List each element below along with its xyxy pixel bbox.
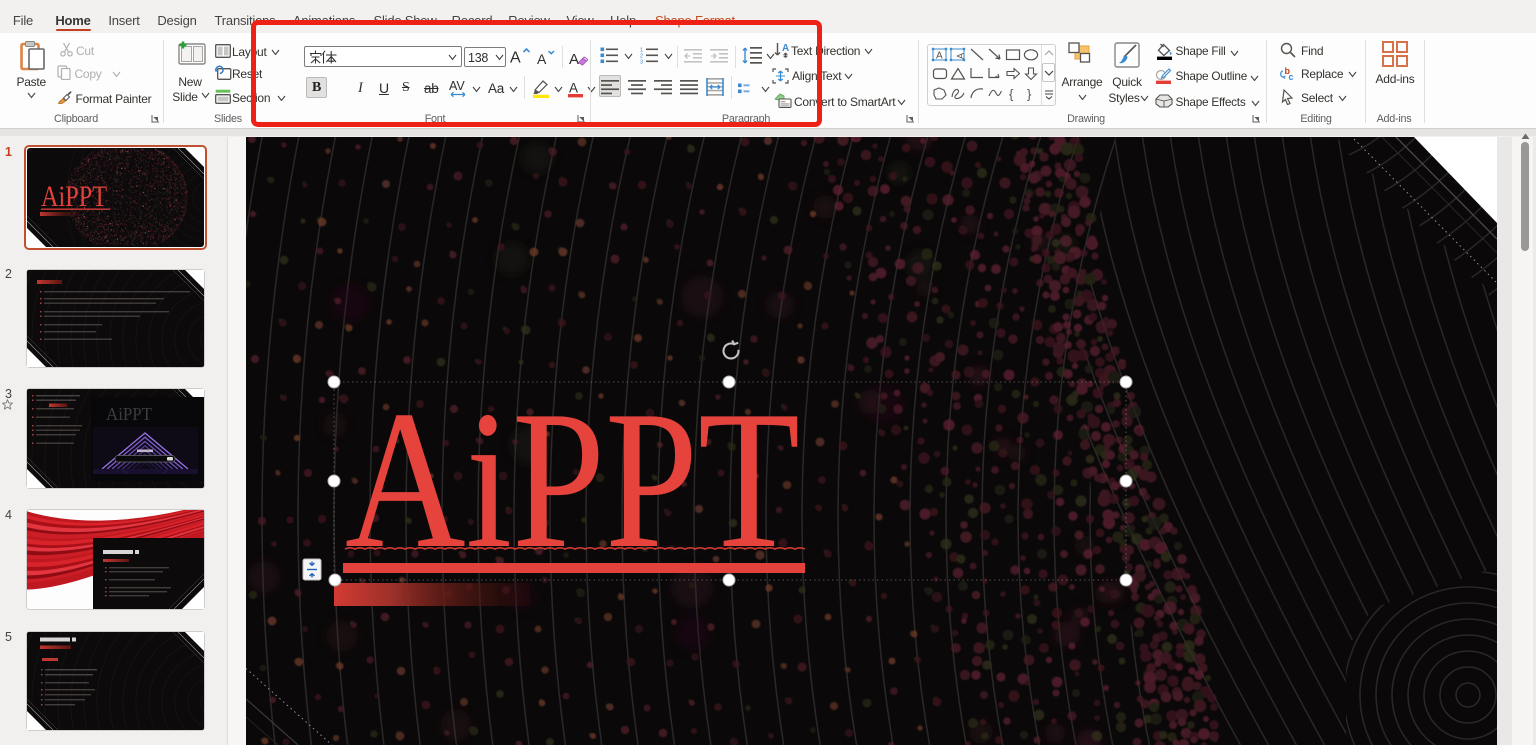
svg-text:c: c: [1289, 72, 1294, 82]
svg-text:AiPPT: AiPPT: [41, 180, 107, 213]
svg-text:AiPPT: AiPPT: [345, 370, 800, 589]
svg-text:{: {: [1009, 87, 1014, 102]
svg-text:AiPPT: AiPPT: [106, 404, 152, 424]
svg-text:A: A: [956, 53, 966, 59]
svg-text:}: }: [1027, 87, 1032, 102]
svg-text:A: A: [936, 51, 943, 62]
